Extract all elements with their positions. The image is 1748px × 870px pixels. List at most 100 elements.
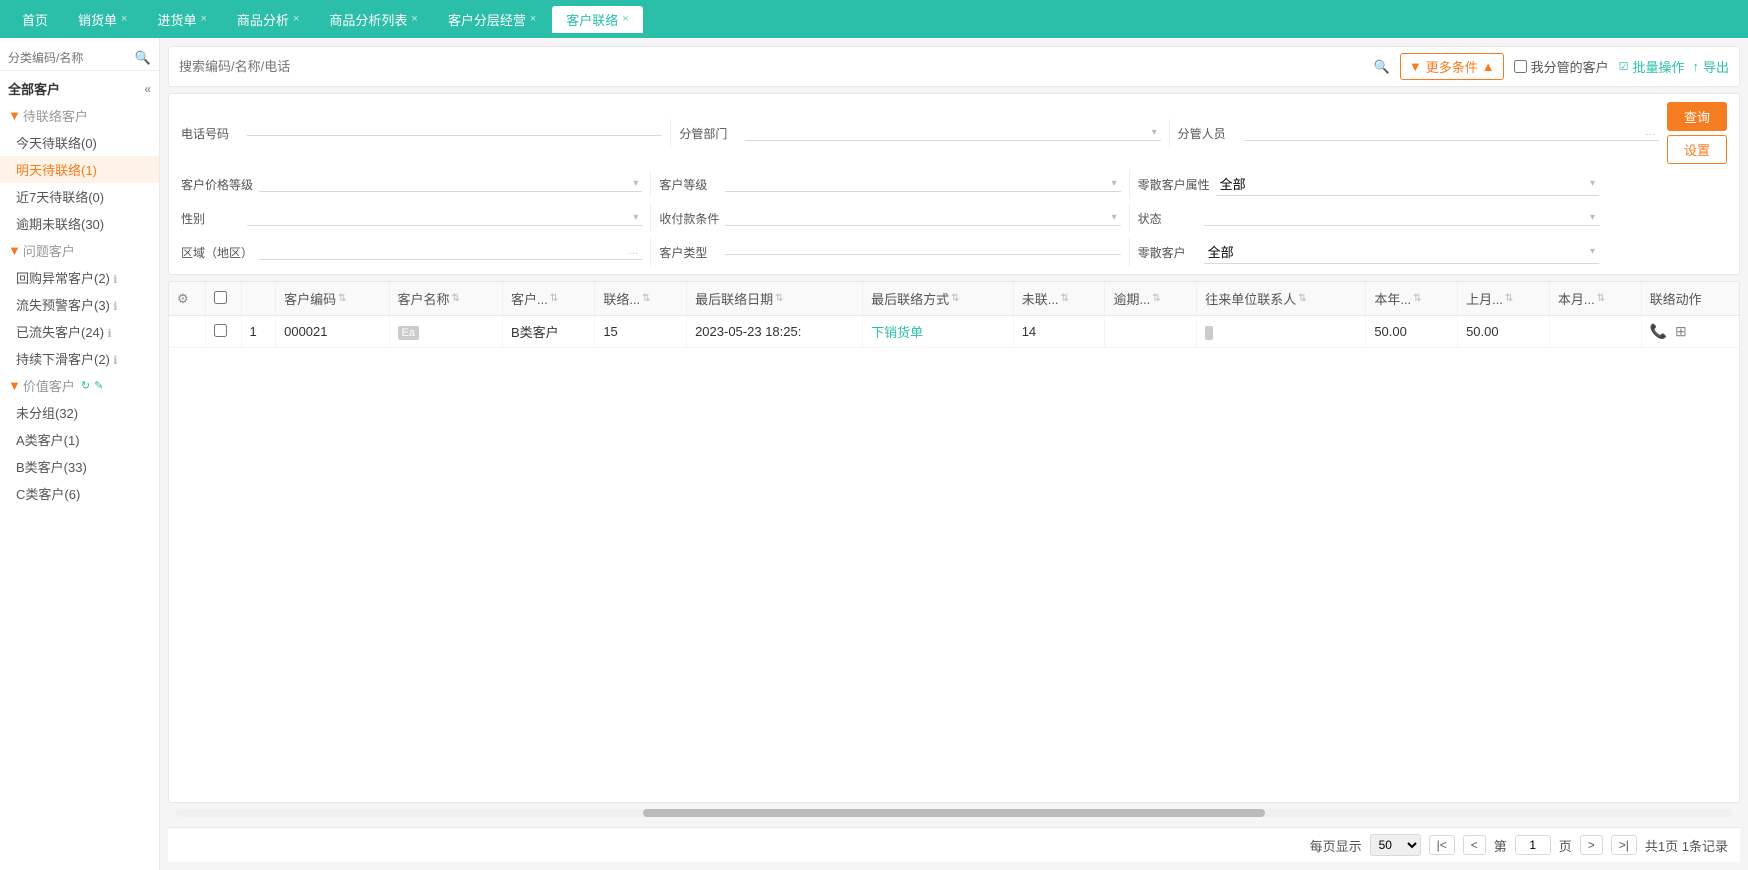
th-gear: ⚙ xyxy=(169,282,205,316)
sidebar-item-churned[interactable]: 已流失客户(24) ℹ xyxy=(0,318,159,345)
sort-icon[interactable]: ⇅ xyxy=(338,293,346,304)
per-page-select[interactable]: 10 20 50 100 xyxy=(1370,834,1421,856)
td-customer-type: B类客户 xyxy=(502,316,594,348)
sort-icon[interactable]: ⇅ xyxy=(1298,293,1306,304)
sidebar-item-today[interactable]: 今天待联络(0) xyxy=(0,129,159,156)
region-field: 区域（地区） … xyxy=(181,244,642,261)
dept-input[interactable]: ▾ xyxy=(745,125,1160,141)
search-icon[interactable]: 🔍 xyxy=(135,50,151,66)
status-input[interactable]: ▾ xyxy=(1204,210,1599,226)
th-last-date: 最后联络日期 ⇅ xyxy=(687,282,863,316)
td-overdue xyxy=(1105,316,1197,348)
close-icon[interactable]: × xyxy=(200,13,206,25)
retail-attr-field: 零散客户属性 全部 ▾ xyxy=(1138,172,1599,196)
td-uncontacted: 14 xyxy=(1013,316,1105,348)
th-code: 客户编码 ⇅ xyxy=(276,282,389,316)
filter-row-2: 客户价格等级 ▾ 客户等级 ▾ 零散客户属性 xyxy=(181,170,1727,198)
sidebar-search-input[interactable] xyxy=(8,51,135,65)
sidebar-item-overdue[interactable]: 逾期未联络(30) xyxy=(0,210,159,237)
settings-icon[interactable]: ⚙ xyxy=(177,291,189,306)
th-type: 客户... ⇅ xyxy=(502,282,594,316)
phone-input[interactable] xyxy=(247,131,662,136)
customer-level-input[interactable]: ▾ xyxy=(725,176,1120,192)
close-icon[interactable]: × xyxy=(411,13,417,25)
page-input[interactable] xyxy=(1515,835,1551,855)
next-page-button[interactable]: > xyxy=(1580,835,1603,855)
row-checkbox[interactable] xyxy=(214,324,227,337)
batch-ops-button[interactable]: ☑ 批量操作 xyxy=(1619,57,1685,76)
sidebar-all-customers[interactable]: 全部客户 « xyxy=(0,75,159,102)
more-conditions-button[interactable]: ▼ 更多条件 ▲ xyxy=(1400,53,1504,80)
phone-action-icon[interactable]: 📞 xyxy=(1650,323,1667,340)
set-button[interactable]: 设置 xyxy=(1667,135,1727,164)
close-icon[interactable]: × xyxy=(293,13,299,25)
filter-row-3: 性别 ▾ 收付款条件 ▾ 状态 xyxy=(181,204,1727,232)
sort-icon[interactable]: ⇅ xyxy=(1152,293,1160,304)
price-level-input[interactable]: ▾ xyxy=(259,176,642,192)
nav-customer-contact[interactable]: 客户联络 × xyxy=(552,6,642,33)
top-nav: 首页 销货单 × 进货单 × 商品分析 × 商品分析列表 × 客户分层经营 × … xyxy=(0,0,1748,38)
last-contact-link[interactable]: 下销货单 xyxy=(871,325,923,340)
retail-customer-input[interactable]: 全部 ▾ xyxy=(1204,240,1599,264)
customer-type-input[interactable] xyxy=(725,250,1120,255)
person-field: 分管人员 … xyxy=(1178,125,1659,142)
nav-home[interactable]: 首页 xyxy=(8,6,62,33)
th-contact-person: 往来单位联系人 ⇅ xyxy=(1197,282,1366,316)
my-customers-checkbox-label[interactable]: 我分管的客户 xyxy=(1514,57,1609,76)
close-icon[interactable]: × xyxy=(622,13,628,25)
sort-icon[interactable]: ⇅ xyxy=(775,293,783,304)
retail-attr-input[interactable]: 全部 ▾ xyxy=(1216,172,1599,196)
sidebar-item-declining[interactable]: 持续下滑客户(2) ℹ xyxy=(0,345,159,372)
close-icon[interactable]: × xyxy=(121,13,127,25)
search-button[interactable]: 🔍 xyxy=(1374,59,1390,75)
my-customers-checkbox[interactable] xyxy=(1514,60,1527,73)
select-all-checkbox[interactable] xyxy=(214,291,227,304)
sort-icon[interactable]: ⇅ xyxy=(1505,293,1513,304)
sidebar-item-repurchase-abnormal[interactable]: 回购异常客户(2) ℹ xyxy=(0,264,159,291)
sort-icon[interactable]: ⇅ xyxy=(1061,293,1069,304)
sidebar-item-class-c[interactable]: C类客户(6) xyxy=(0,480,159,507)
advanced-filter: 电话号码 分管部门 ▾ 分管人员 xyxy=(168,93,1740,275)
data-table: ⚙ 客户编码 ⇅ xyxy=(169,282,1739,348)
query-button[interactable]: 查询 xyxy=(1667,102,1727,131)
nav-purchase-order[interactable]: 进货单 × xyxy=(143,6,220,33)
prev-page-button[interactable]: < xyxy=(1463,835,1486,855)
refresh-icon[interactable]: ↻ xyxy=(81,379,90,392)
person-input[interactable]: … xyxy=(1244,125,1659,141)
td-code: 000021 xyxy=(276,316,389,348)
close-icon[interactable]: × xyxy=(530,13,536,25)
nav-sales-order[interactable]: 销货单 × xyxy=(64,6,141,33)
sort-icon[interactable]: ⇅ xyxy=(452,293,460,304)
region-input[interactable]: … xyxy=(259,244,642,260)
sidebar-item-7days[interactable]: 近7天待联络(0) xyxy=(0,183,159,210)
nav-customer-tier[interactable]: 客户分层经营 × xyxy=(434,6,550,33)
th-this-year: 本年... ⇅ xyxy=(1366,282,1458,316)
sort-icon[interactable]: ⇅ xyxy=(1413,293,1421,304)
edit-icon[interactable]: ✎ xyxy=(94,379,103,392)
more-action-icon[interactable]: ⊞ xyxy=(1675,323,1687,340)
gender-input[interactable]: ▾ xyxy=(247,210,642,226)
sort-icon[interactable]: ⇅ xyxy=(550,293,558,304)
collapse-icon: « xyxy=(144,82,151,96)
th-contact-count: 联络... ⇅ xyxy=(595,282,687,316)
sidebar-item-class-a[interactable]: A类客户(1) xyxy=(0,426,159,453)
sort-icon[interactable]: ⇅ xyxy=(1597,293,1605,304)
first-page-button[interactable]: |< xyxy=(1429,835,1455,855)
export-button[interactable]: ↑ 导出 xyxy=(1692,57,1729,76)
sidebar-item-tomorrow[interactable]: 明天待联络(1) xyxy=(0,156,159,183)
td-this-year: 50.00 xyxy=(1366,316,1458,348)
sidebar-item-ungraded[interactable]: 未分组(32) xyxy=(0,399,159,426)
sort-icon[interactable]: ⇅ xyxy=(951,293,959,304)
th-last-method: 最后联络方式 ⇅ xyxy=(863,282,1014,316)
nav-product-analysis-list[interactable]: 商品分析列表 × xyxy=(315,6,431,33)
filter-row-4: 区域（地区） … 客户类型 零散客户 全部 xyxy=(181,238,1727,266)
sort-icon[interactable]: ⇅ xyxy=(642,293,650,304)
payment-input[interactable]: ▾ xyxy=(725,210,1120,226)
search-input[interactable] xyxy=(179,59,1364,74)
last-page-button[interactable]: >| xyxy=(1611,835,1637,855)
horizontal-scrollbar[interactable] xyxy=(176,809,1732,817)
sidebar-item-class-b[interactable]: B类客户(33) xyxy=(0,453,159,480)
status-field: 状态 ▾ xyxy=(1138,210,1599,227)
sidebar-item-churn-warning[interactable]: 流失预警客户(3) ℹ xyxy=(0,291,159,318)
nav-product-analysis[interactable]: 商品分析 × xyxy=(223,6,313,33)
